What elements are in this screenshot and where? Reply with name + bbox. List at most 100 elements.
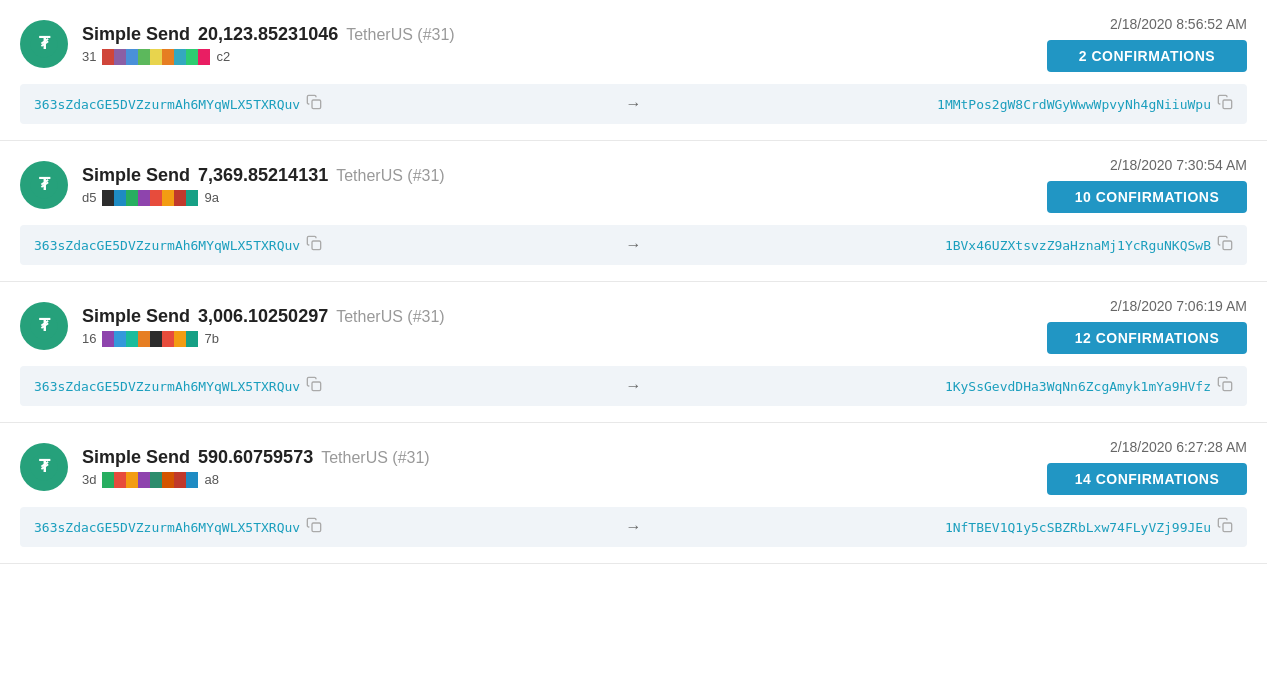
- color-block: [126, 49, 138, 65]
- hash-suffix: 7b: [204, 331, 218, 346]
- svg-rect-2: [312, 100, 321, 109]
- color-block: [174, 49, 186, 65]
- address-from: 363sZdacGE5DVZzurmAh6MYqWLX5TXRQuv: [34, 94, 610, 114]
- tx-type: Simple Send: [82, 447, 190, 468]
- tether-icon: ₮: [20, 443, 68, 491]
- confirmations-button[interactable]: 10 CONFIRMATIONS: [1047, 181, 1247, 213]
- tx-amount: 20,123.85231046: [198, 24, 338, 45]
- color-block: [198, 49, 210, 65]
- color-block: [174, 190, 186, 206]
- confirmations-button[interactable]: 2 CONFIRMATIONS: [1047, 40, 1247, 72]
- tx-info: Simple Send 20,123.85231046 TetherUS (#3…: [82, 24, 455, 65]
- color-block: [150, 472, 162, 488]
- color-blocks: [102, 472, 198, 488]
- to-address-text[interactable]: 1KySsGevdDHa3WqNn6ZcgAmyk1mYa9HVfz: [945, 379, 1211, 394]
- confirmations-button[interactable]: 14 CONFIRMATIONS: [1047, 463, 1247, 495]
- tx-amount: 590.60759573: [198, 447, 313, 468]
- transaction-list: ₮ Simple Send 20,123.85231046 TetherUS (…: [0, 0, 1267, 564]
- from-address-text[interactable]: 363sZdacGE5DVZzurmAh6MYqWLX5TXRQuv: [34, 97, 300, 112]
- address-to: 1KySsGevdDHa3WqNn6ZcgAmyk1mYa9HVfz: [658, 376, 1234, 396]
- copy-to-icon[interactable]: [1217, 235, 1233, 255]
- from-address-text[interactable]: 363sZdacGE5DVZzurmAh6MYqWLX5TXRQuv: [34, 238, 300, 253]
- tx-right: 2/18/2020 6:27:28 AM 14 CONFIRMATIONS: [1047, 439, 1247, 495]
- copy-from-icon[interactable]: [306, 517, 322, 537]
- transaction-card: ₮ Simple Send 3,006.10250297 TetherUS (#…: [0, 282, 1267, 423]
- color-block: [102, 190, 114, 206]
- tx-addresses: 363sZdacGE5DVZzurmAh6MYqWLX5TXRQuv → 1BV…: [20, 225, 1247, 265]
- tx-title-row: Simple Send 590.60759573 TetherUS (#31): [82, 447, 430, 468]
- copy-from-icon[interactable]: [306, 94, 322, 114]
- arrow-separator: →: [618, 236, 650, 254]
- color-block: [138, 49, 150, 65]
- tether-icon: ₮: [20, 20, 68, 68]
- color-block: [114, 472, 126, 488]
- color-blocks: [102, 190, 198, 206]
- arrow-icon: →: [618, 518, 650, 536]
- copy-from-icon[interactable]: [306, 235, 322, 255]
- tx-header: ₮ Simple Send 3,006.10250297 TetherUS (#…: [20, 298, 1247, 354]
- copy-to-icon[interactable]: [1217, 376, 1233, 396]
- color-block: [174, 331, 186, 347]
- tx-header: ₮ Simple Send 20,123.85231046 TetherUS (…: [20, 16, 1247, 72]
- hash-prefix: 31: [82, 49, 96, 64]
- tx-addresses: 363sZdacGE5DVZzurmAh6MYqWLX5TXRQuv → 1MM…: [20, 84, 1247, 124]
- tx-left: ₮ Simple Send 20,123.85231046 TetherUS (…: [20, 20, 455, 68]
- copy-to-icon[interactable]: [1217, 517, 1233, 537]
- address-from: 363sZdacGE5DVZzurmAh6MYqWLX5TXRQuv: [34, 235, 610, 255]
- tx-hash-row: d5 9a: [82, 190, 445, 206]
- tether-icon: ₮: [20, 161, 68, 209]
- copy-to-icon[interactable]: [1217, 94, 1233, 114]
- tx-type: Simple Send: [82, 24, 190, 45]
- tx-token: TetherUS (#31): [336, 308, 445, 326]
- color-block: [126, 190, 138, 206]
- color-block: [138, 190, 150, 206]
- color-block: [150, 190, 162, 206]
- from-address-text[interactable]: 363sZdacGE5DVZzurmAh6MYqWLX5TXRQuv: [34, 520, 300, 535]
- to-address-text[interactable]: 1BVx46UZXtsvzZ9aHznaMj1YcRguNKQSwB: [945, 238, 1211, 253]
- tx-right: 2/18/2020 8:56:52 AM 2 CONFIRMATIONS: [1047, 16, 1247, 72]
- color-block: [138, 331, 150, 347]
- tx-left: ₮ Simple Send 7,369.85214131 TetherUS (#…: [20, 161, 445, 209]
- svg-text:₮: ₮: [39, 33, 51, 53]
- tether-icon: ₮: [20, 302, 68, 350]
- tx-info: Simple Send 3,006.10250297 TetherUS (#31…: [82, 306, 445, 347]
- color-block: [114, 49, 126, 65]
- hash-prefix: 16: [82, 331, 96, 346]
- svg-text:₮: ₮: [39, 315, 51, 335]
- arrow-separator: →: [618, 95, 650, 113]
- tx-right: 2/18/2020 7:30:54 AM 10 CONFIRMATIONS: [1047, 157, 1247, 213]
- tx-datetime: 2/18/2020 7:06:19 AM: [1110, 298, 1247, 314]
- arrow-icon: →: [618, 377, 650, 395]
- address-to: 1BVx46UZXtsvzZ9aHznaMj1YcRguNKQSwB: [658, 235, 1234, 255]
- svg-rect-11: [1223, 382, 1232, 391]
- svg-rect-14: [312, 523, 321, 532]
- color-blocks: [102, 49, 210, 65]
- tx-header: ₮ Simple Send 590.60759573 TetherUS (#31…: [20, 439, 1247, 495]
- tx-right: 2/18/2020 7:06:19 AM 12 CONFIRMATIONS: [1047, 298, 1247, 354]
- from-address-text[interactable]: 363sZdacGE5DVZzurmAh6MYqWLX5TXRQuv: [34, 379, 300, 394]
- hash-suffix: c2: [216, 49, 230, 64]
- color-block: [102, 49, 114, 65]
- to-address-text[interactable]: 1MMtPos2gW8CrdWGyWwwWpvyNh4gNiiuWpu: [937, 97, 1211, 112]
- color-block: [150, 49, 162, 65]
- transaction-card: ₮ Simple Send 20,123.85231046 TetherUS (…: [0, 0, 1267, 141]
- address-to: 1MMtPos2gW8CrdWGyWwwWpvyNh4gNiiuWpu: [658, 94, 1234, 114]
- color-block: [138, 472, 150, 488]
- color-block: [174, 472, 186, 488]
- color-block: [186, 331, 198, 347]
- svg-rect-3: [1223, 100, 1232, 109]
- to-address-text[interactable]: 1NfTBEV1Q1y5cSBZRbLxw74FLyVZj99JEu: [945, 520, 1211, 535]
- tx-token: TetherUS (#31): [321, 449, 430, 467]
- color-block: [186, 472, 198, 488]
- tx-amount: 7,369.85214131: [198, 165, 328, 186]
- copy-from-icon[interactable]: [306, 376, 322, 396]
- svg-text:₮: ₮: [39, 456, 51, 476]
- arrow-icon: →: [618, 236, 650, 254]
- svg-text:₮: ₮: [39, 174, 51, 194]
- color-block: [162, 49, 174, 65]
- hash-prefix: 3d: [82, 472, 96, 487]
- color-block: [162, 331, 174, 347]
- confirmations-button[interactable]: 12 CONFIRMATIONS: [1047, 322, 1247, 354]
- svg-rect-15: [1223, 523, 1232, 532]
- color-block: [114, 190, 126, 206]
